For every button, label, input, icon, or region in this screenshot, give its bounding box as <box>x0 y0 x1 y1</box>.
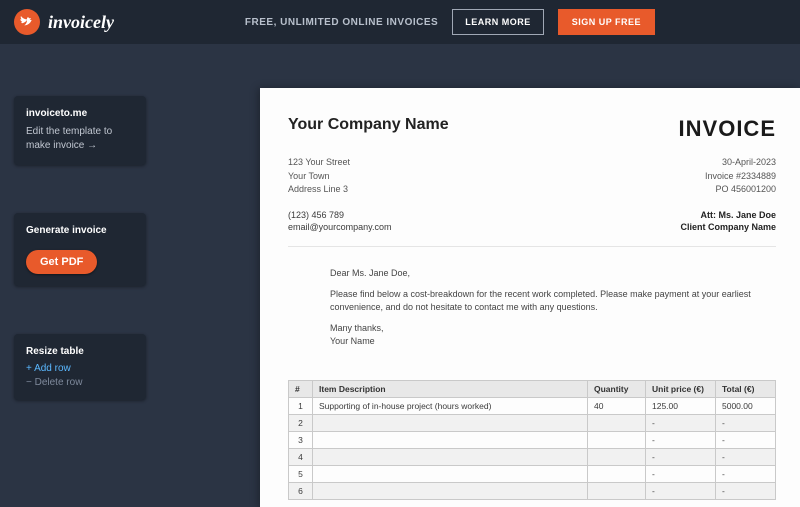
invoice-header: Your Company Name INVOICE <box>288 116 776 142</box>
brand-logo[interactable]: invoicely <box>14 9 114 35</box>
signup-button[interactable]: SIGN UP FREE <box>558 9 655 35</box>
panel-generate-title: Generate invoice <box>26 225 134 236</box>
signer-name: Your Name <box>330 336 375 346</box>
cell-desc[interactable] <box>313 465 588 482</box>
cell-qty[interactable] <box>588 431 646 448</box>
cell-total[interactable]: - <box>716 482 776 499</box>
cell-total[interactable]: 5000.00 <box>716 397 776 414</box>
cell-price[interactable]: - <box>646 431 716 448</box>
table-row[interactable]: 1Supporting of in-house project (hours w… <box>289 397 776 414</box>
add-row-link[interactable]: + Add row <box>26 363 134 374</box>
cell-num[interactable]: 1 <box>289 397 313 414</box>
address-line-1: 123 Your Street <box>288 156 350 170</box>
panel-generate: Generate invoice Get PDF <box>14 213 146 286</box>
table-row[interactable]: 4 -- <box>289 448 776 465</box>
thanks-text: Many thanks, <box>330 323 384 333</box>
body-text: Please find below a cost-breakdown for t… <box>330 288 754 314</box>
client-company: Client Company Name <box>680 221 776 234</box>
client-block[interactable]: Att: Ms. Jane Doe Client Company Name <box>680 209 776 234</box>
col-qty: Quantity <box>588 380 646 397</box>
cell-desc[interactable] <box>313 448 588 465</box>
bird-icon <box>14 9 40 35</box>
cell-num[interactable]: 2 <box>289 414 313 431</box>
delete-row-link[interactable]: − Delete row <box>26 377 134 388</box>
invoice-paper[interactable]: Your Company Name INVOICE 123 Your Stree… <box>260 88 800 507</box>
table-row[interactable]: 5 -- <box>289 465 776 482</box>
table-header-row: # Item Description Quantity Unit price (… <box>289 380 776 397</box>
invoice-title: INVOICE <box>679 116 776 142</box>
invoice-body[interactable]: Dear Ms. Jane Doe, Please find below a c… <box>288 247 776 348</box>
col-desc: Item Description <box>313 380 588 397</box>
client-att: Att: Ms. Jane Doe <box>680 209 776 222</box>
brand-text: invoicely <box>48 12 114 33</box>
panel-resize-title: Resize table <box>26 346 134 357</box>
invoice-meta-right[interactable]: 30-April-2023 Invoice #2334889 PO 456001… <box>705 156 776 197</box>
main: invoiceto.me Edit the template to make i… <box>0 44 800 507</box>
cell-num[interactable]: 4 <box>289 448 313 465</box>
table-row[interactable]: 6 -- <box>289 482 776 499</box>
cell-total[interactable]: - <box>716 448 776 465</box>
cell-price[interactable]: - <box>646 414 716 431</box>
panel-edit-title: invoiceto.me <box>26 108 134 119</box>
invoice-number: Invoice #2334889 <box>705 170 776 184</box>
company-contact[interactable]: (123) 456 789 email@yourcompany.com <box>288 209 392 234</box>
cell-num[interactable]: 3 <box>289 431 313 448</box>
cell-total[interactable]: - <box>716 431 776 448</box>
panel-edit-text[interactable]: Edit the template to make invoice → <box>26 125 134 153</box>
col-price: Unit price (€) <box>646 380 716 397</box>
invoice-meta: 123 Your Street Your Town Address Line 3… <box>288 156 776 197</box>
company-name[interactable]: Your Company Name <box>288 116 449 142</box>
cell-qty[interactable] <box>588 448 646 465</box>
topbar: invoicely FREE, UNLIMITED ONLINE INVOICE… <box>0 0 800 44</box>
cell-price[interactable]: - <box>646 482 716 499</box>
invoice-date: 30-April-2023 <box>705 156 776 170</box>
company-email: email@yourcompany.com <box>288 221 392 234</box>
invoice-table[interactable]: # Item Description Quantity Unit price (… <box>288 380 776 500</box>
cell-desc[interactable] <box>313 482 588 499</box>
invoice-contacts: (123) 456 789 email@yourcompany.com Att:… <box>288 209 776 247</box>
table-row[interactable]: 2 -- <box>289 414 776 431</box>
table-row[interactable]: 3 -- <box>289 431 776 448</box>
cell-price[interactable]: - <box>646 465 716 482</box>
tagline: FREE, UNLIMITED ONLINE INVOICES <box>245 17 438 28</box>
cell-desc[interactable]: Supporting of in-house project (hours wo… <box>313 397 588 414</box>
cell-num[interactable]: 6 <box>289 482 313 499</box>
panel-resize: Resize table + Add row − Delete row <box>14 334 146 400</box>
cell-qty[interactable]: 40 <box>588 397 646 414</box>
cell-num[interactable]: 5 <box>289 465 313 482</box>
invoice-area: Your Company Name INVOICE 123 Your Stree… <box>160 44 800 507</box>
address-line-3: Address Line 3 <box>288 183 350 197</box>
get-pdf-button[interactable]: Get PDF <box>26 250 97 274</box>
learn-more-button[interactable]: LEARN MORE <box>452 9 544 35</box>
cell-qty[interactable] <box>588 414 646 431</box>
invoice-po: PO 456001200 <box>705 183 776 197</box>
panel-edit-template: invoiceto.me Edit the template to make i… <box>14 96 146 165</box>
cell-desc[interactable] <box>313 414 588 431</box>
greeting: Dear Ms. Jane Doe, <box>330 267 754 280</box>
cell-desc[interactable] <box>313 431 588 448</box>
sidebar: invoiceto.me Edit the template to make i… <box>0 44 160 507</box>
cell-price[interactable]: 125.00 <box>646 397 716 414</box>
col-num: # <box>289 380 313 397</box>
company-address[interactable]: 123 Your Street Your Town Address Line 3 <box>288 156 350 197</box>
cell-price[interactable]: - <box>646 448 716 465</box>
cell-total[interactable]: - <box>716 414 776 431</box>
thanks-line: Many thanks, Your Name <box>330 322 754 348</box>
cell-total[interactable]: - <box>716 465 776 482</box>
topbar-center: FREE, UNLIMITED ONLINE INVOICES LEARN MO… <box>114 9 786 35</box>
cell-qty[interactable] <box>588 465 646 482</box>
col-total: Total (€) <box>716 380 776 397</box>
address-line-2: Your Town <box>288 170 350 184</box>
cell-qty[interactable] <box>588 482 646 499</box>
company-phone: (123) 456 789 <box>288 209 392 222</box>
